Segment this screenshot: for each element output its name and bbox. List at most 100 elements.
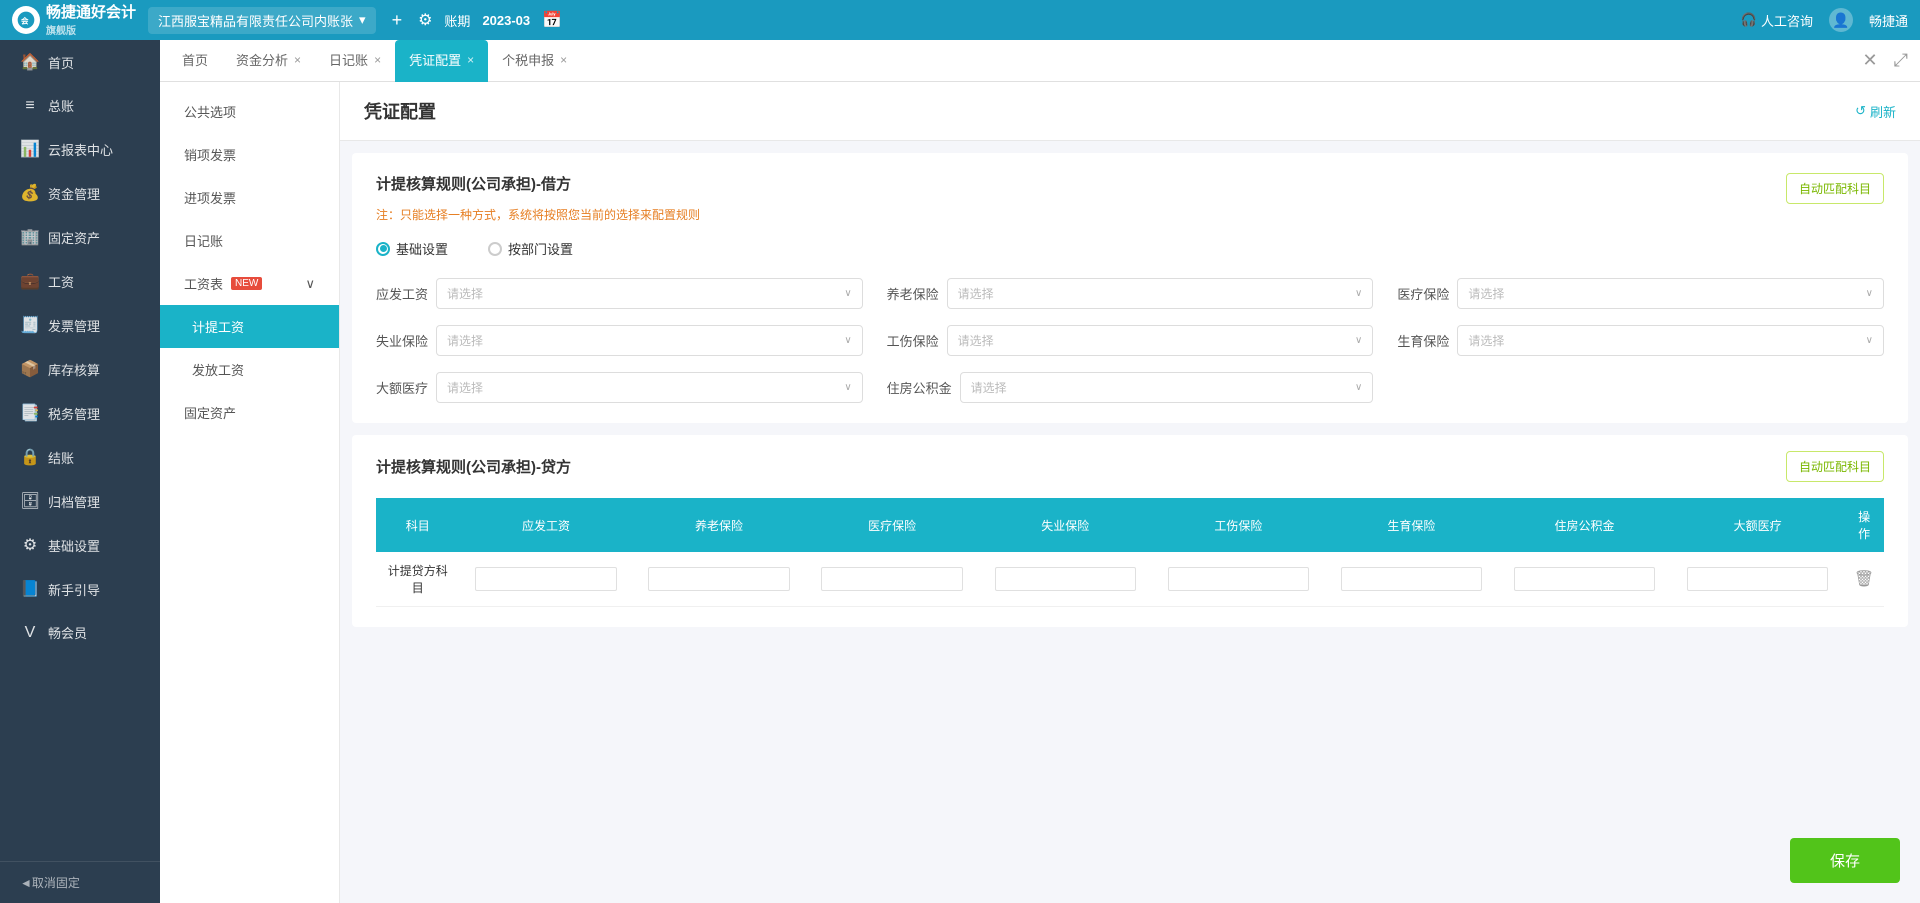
chevron-down-icon: ∨ bbox=[844, 335, 851, 346]
tab-fund-close[interactable]: × bbox=[294, 53, 301, 67]
left-nav-accrual-label: 计提工资 bbox=[192, 317, 244, 336]
page-header: 凭证配置 ↺ 刷新 bbox=[340, 82, 1920, 141]
input-injury[interactable] bbox=[1168, 567, 1309, 591]
cell-delete: 🗑 bbox=[1844, 552, 1884, 607]
radio-basic[interactable]: 基础设置 bbox=[376, 239, 448, 258]
form-select-wage-placeholder: 请选择 bbox=[447, 285, 483, 302]
cell-unemployment bbox=[979, 552, 1152, 607]
input-wage[interactable] bbox=[475, 567, 616, 591]
tab-tax[interactable]: 个税申报 × bbox=[488, 40, 581, 82]
sidebar-item-assets[interactable]: 🏢 固定资产 bbox=[0, 215, 160, 259]
app-name: 畅捷通好会计 bbox=[46, 4, 136, 22]
form-select-unemployment[interactable]: 请选择 ∨ bbox=[436, 325, 863, 356]
sidebar-item-member[interactable]: V 畅会员 bbox=[0, 611, 160, 654]
form-item-pension: 养老保险 请选择 ∨ bbox=[887, 278, 1374, 309]
form-item-housing: 住房公积金 请选择 ∨ bbox=[887, 372, 1374, 403]
tab-bar: 首页 资金分析 × 日记账 × 凭证配置 × 个税申报 × ✕ ⤢ bbox=[160, 40, 1920, 82]
company-selector[interactable]: 江西服宝精品有限责任公司内账张 ▾ bbox=[148, 7, 376, 34]
input-housing[interactable] bbox=[1514, 567, 1655, 591]
period-label: 账期 bbox=[444, 11, 470, 30]
sidebar-bottom: ◄取消固定 bbox=[0, 861, 160, 903]
service-button[interactable]: 🎧 人工咨询 bbox=[1741, 11, 1813, 30]
cell-row-label: 计提贷方科目 bbox=[376, 552, 459, 607]
sidebar-item-home[interactable]: 🏠 首页 bbox=[0, 40, 160, 84]
form-select-housing[interactable]: 请选择 ∨ bbox=[960, 372, 1374, 403]
tab-voucher[interactable]: 凭证配置 × bbox=[395, 40, 488, 82]
cell-wage bbox=[459, 552, 632, 607]
form-select-medical[interactable]: 请选择 ∨ bbox=[1457, 278, 1884, 309]
close-tab-button[interactable]: ✕ bbox=[1859, 46, 1882, 75]
form-select-pension[interactable]: 请选择 ∨ bbox=[947, 278, 1374, 309]
sidebar-item-reports[interactable]: 📊 云报表中心 bbox=[0, 127, 160, 171]
cell-maternity bbox=[1325, 552, 1498, 607]
save-button[interactable]: 保存 bbox=[1790, 838, 1900, 883]
sidebar-label-assets: 固定资产 bbox=[48, 228, 100, 247]
main-content: 凭证配置 ↺ 刷新 计提核算规则(公司承担)-借方 注：只能选择一种方式，系统将… bbox=[340, 82, 1920, 903]
left-nav-journal-label: 日记账 bbox=[184, 231, 223, 250]
left-nav-purchase[interactable]: 进项发票 bbox=[160, 176, 339, 219]
sidebar-item-archive[interactable]: 🗄 归档管理 bbox=[0, 479, 160, 523]
calendar-icon[interactable]: 📅 bbox=[542, 10, 562, 30]
form-select-maternity[interactable]: 请选择 ∨ bbox=[1457, 325, 1884, 356]
tab-tax-close[interactable]: × bbox=[560, 53, 567, 67]
tab-journal[interactable]: 日记账 × bbox=[315, 40, 395, 82]
chevron-down-icon: ∨ bbox=[1355, 382, 1362, 393]
sidebar-item-salary[interactable]: 💼 工资 bbox=[0, 259, 160, 303]
left-nav: 公共选项 销项发票 进项发票 日记账 工资表 NEW ∨ bbox=[160, 82, 340, 903]
sidebar-item-closing[interactable]: 🔒 结账 bbox=[0, 435, 160, 479]
company-name: 江西服宝精品有限责任公司内账张 bbox=[158, 11, 353, 30]
archive-icon: 🗄 bbox=[20, 491, 40, 511]
form-label-big-medical: 大额医疗 bbox=[376, 378, 428, 397]
sidebar-item-invoice[interactable]: 🧾 发票管理 bbox=[0, 303, 160, 347]
form-item-injury: 工伤保险 请选择 ∨ bbox=[887, 325, 1374, 356]
form-select-injury[interactable]: 请选择 ∨ bbox=[947, 325, 1374, 356]
cancel-pin-button[interactable]: ◄取消固定 bbox=[0, 861, 160, 903]
left-nav-wage-table[interactable]: 工资表 NEW ∨ bbox=[160, 262, 339, 305]
input-medical[interactable] bbox=[821, 567, 962, 591]
sidebar-label-ledger: 总账 bbox=[48, 96, 74, 115]
left-nav-journal[interactable]: 日记账 bbox=[160, 219, 339, 262]
sidebar-label-reports: 云报表中心 bbox=[48, 140, 113, 159]
expand-tab-button[interactable]: ⤢ bbox=[1890, 46, 1912, 75]
credit-section: 计提核算规则(公司承担)-贷方 自动匹配科目 科目 应发工资 养老保险 医疗保险… bbox=[352, 435, 1908, 627]
left-nav-fixed-assets[interactable]: 固定资产 bbox=[160, 391, 339, 434]
sidebar-item-inventory[interactable]: 📦 库存核算 bbox=[0, 347, 160, 391]
tab-fund-label: 资金分析 bbox=[236, 50, 288, 69]
tab-journal-close[interactable]: × bbox=[374, 53, 381, 67]
form-select-big-medical-placeholder: 请选择 bbox=[447, 379, 483, 396]
input-pension[interactable] bbox=[648, 567, 789, 591]
sidebar-item-settings[interactable]: ⚙ 基础设置 bbox=[0, 523, 160, 567]
col-medical: 医疗保险 bbox=[806, 498, 979, 552]
tab-home[interactable]: 首页 bbox=[168, 40, 222, 82]
add-button[interactable]: + bbox=[388, 10, 407, 31]
sidebar-label-tax: 税务管理 bbox=[48, 404, 100, 423]
settings-button[interactable]: ⚙ bbox=[418, 10, 432, 30]
sidebar-item-guide[interactable]: 📘 新手引导 bbox=[0, 567, 160, 611]
col-housing: 住房公积金 bbox=[1498, 498, 1671, 552]
left-nav-accrual[interactable]: 计提工资 bbox=[160, 305, 339, 348]
form-select-big-medical[interactable]: 请选择 ∨ bbox=[436, 372, 863, 403]
cancel-pin-label: ◄取消固定 bbox=[20, 874, 80, 891]
form-select-medical-placeholder: 请选择 bbox=[1468, 285, 1504, 302]
save-btn-container: 保存 bbox=[1790, 838, 1900, 883]
sidebar-item-ledger[interactable]: ≡ 总账 bbox=[0, 84, 160, 127]
cell-pension bbox=[633, 552, 806, 607]
guide-icon: 📘 bbox=[20, 579, 40, 599]
left-nav-sales[interactable]: 销项发票 bbox=[160, 133, 339, 176]
input-unemployment[interactable] bbox=[995, 567, 1136, 591]
credit-auto-match-button[interactable]: 自动匹配科目 bbox=[1786, 451, 1884, 482]
delete-button[interactable]: 🗑 bbox=[1854, 571, 1874, 588]
tab-voucher-close[interactable]: × bbox=[467, 53, 474, 67]
refresh-button[interactable]: ↺ 刷新 bbox=[1855, 102, 1896, 121]
debit-auto-match-button[interactable]: 自动匹配科目 bbox=[1786, 173, 1884, 204]
input-maternity[interactable] bbox=[1341, 567, 1482, 591]
radio-department[interactable]: 按部门设置 bbox=[488, 239, 573, 258]
left-nav-pay[interactable]: 发放工资 bbox=[160, 348, 339, 391]
sidebar-item-tax[interactable]: 📑 税务管理 bbox=[0, 391, 160, 435]
sidebar-item-fund[interactable]: 💰 资金管理 bbox=[0, 171, 160, 215]
col-wage: 应发工资 bbox=[459, 498, 632, 552]
form-select-wage[interactable]: 请选择 ∨ bbox=[436, 278, 863, 309]
tab-fund[interactable]: 资金分析 × bbox=[222, 40, 315, 82]
left-nav-public[interactable]: 公共选项 bbox=[160, 90, 339, 133]
input-big-medical[interactable] bbox=[1687, 567, 1828, 591]
